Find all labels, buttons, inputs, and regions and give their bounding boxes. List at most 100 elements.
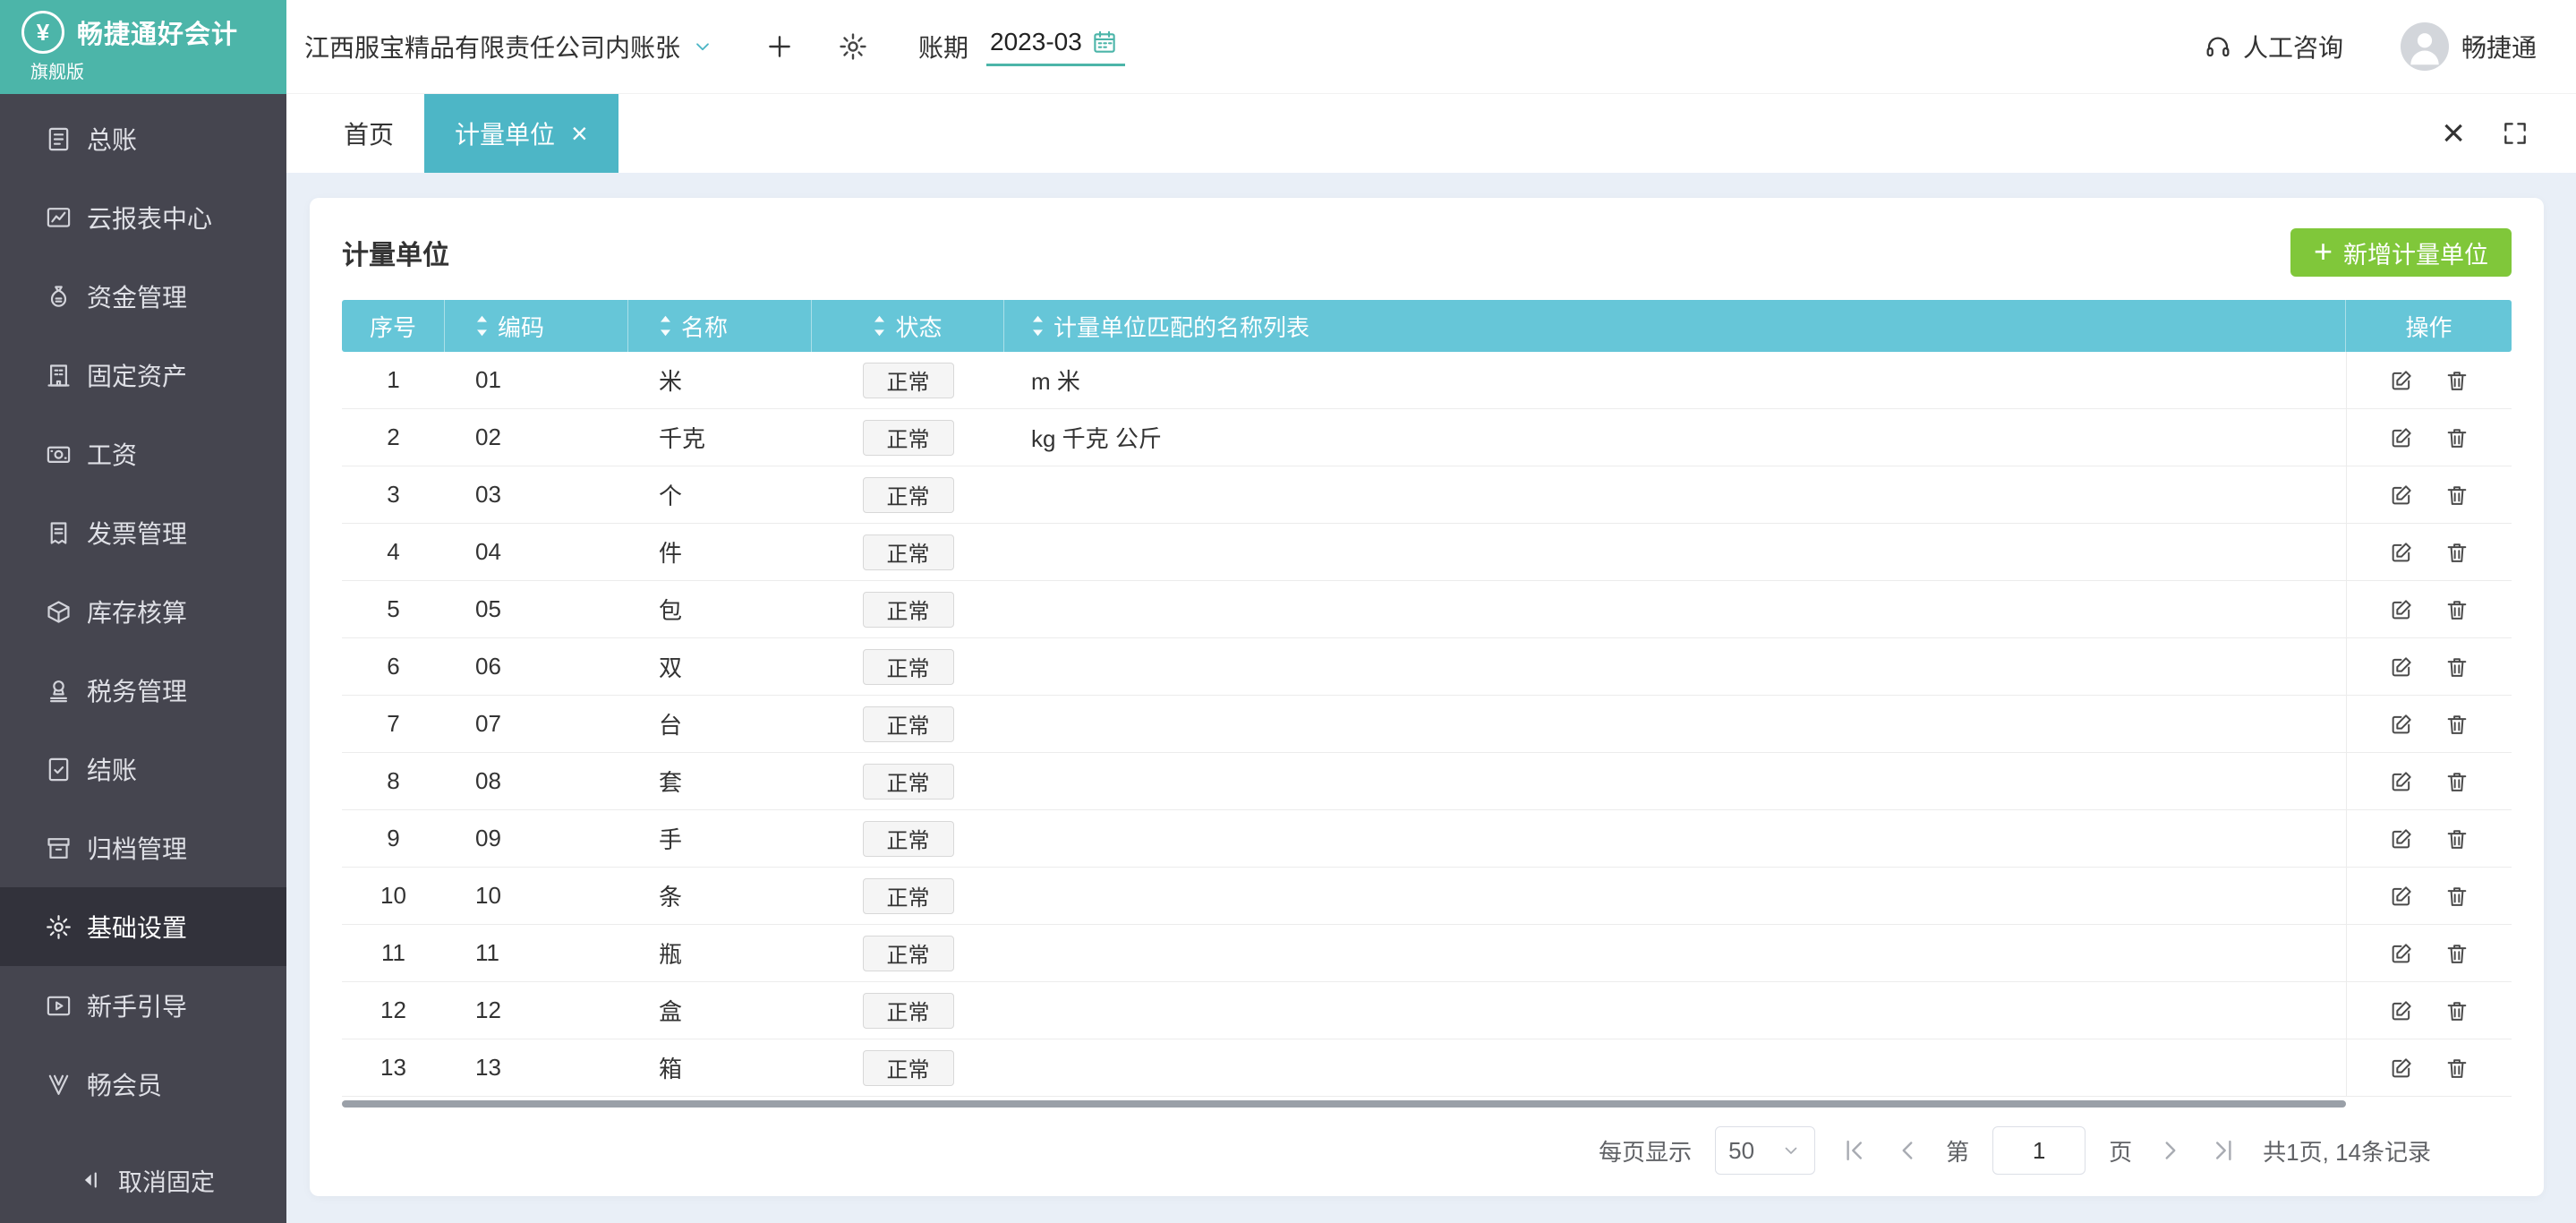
close-all-icon[interactable]: × bbox=[2442, 114, 2465, 153]
edit-icon[interactable] bbox=[2389, 712, 2414, 737]
tab-close-icon[interactable]: × bbox=[571, 119, 588, 148]
sidebar-item-funds[interactable]: 资金管理 bbox=[0, 257, 286, 336]
edit-icon[interactable] bbox=[2389, 654, 2414, 680]
first-page-icon[interactable] bbox=[1838, 1135, 1869, 1166]
delete-icon[interactable] bbox=[2444, 769, 2469, 794]
member-icon bbox=[45, 1071, 73, 1099]
cell-status: 正常 bbox=[812, 868, 1004, 925]
chevron-down-icon bbox=[1780, 1140, 1802, 1161]
delete-icon[interactable] bbox=[2444, 941, 2469, 966]
status-badge: 正常 bbox=[862, 820, 954, 857]
status-badge: 正常 bbox=[862, 1049, 954, 1086]
headset-icon bbox=[2204, 32, 2232, 61]
manual-consult-button[interactable]: 人工咨询 bbox=[2204, 29, 2343, 64]
delete-icon[interactable] bbox=[2444, 998, 2469, 1023]
sort-icon[interactable] bbox=[1031, 314, 1045, 338]
unpin-button[interactable]: 取消固定 bbox=[0, 1137, 286, 1223]
column-header-code[interactable]: 编码 bbox=[445, 300, 628, 352]
delete-icon[interactable] bbox=[2444, 1056, 2469, 1081]
add-unit-button[interactable]: + 新增计量单位 bbox=[2290, 228, 2512, 277]
sidebar-item-label: 固定资产 bbox=[87, 363, 188, 390]
sidebar-item-label: 资金管理 bbox=[87, 284, 188, 312]
sidebar-item-general-ledger[interactable]: 总账 bbox=[0, 99, 286, 178]
sidebar-item-cloud-reports[interactable]: 云报表中心 bbox=[0, 178, 286, 257]
fullscreen-icon[interactable] bbox=[2501, 119, 2529, 148]
status-badge: 正常 bbox=[862, 763, 954, 800]
edit-icon[interactable] bbox=[2389, 1056, 2414, 1081]
edit-icon[interactable] bbox=[2389, 483, 2414, 508]
column-label: 序号 bbox=[369, 313, 416, 341]
username[interactable]: 畅捷通 bbox=[2461, 29, 2537, 64]
period-field[interactable]: 2023-03 bbox=[986, 28, 1125, 66]
delete-icon[interactable] bbox=[2444, 826, 2469, 851]
tab-home[interactable]: 首页 bbox=[313, 94, 424, 173]
table-row: 11 11 瓶正常 bbox=[342, 925, 2512, 982]
logo-title: 畅捷通好会计 bbox=[77, 21, 239, 49]
delete-icon[interactable] bbox=[2444, 368, 2469, 393]
company-selector[interactable]: 江西服宝精品有限责任公司内账张 bbox=[304, 29, 714, 64]
status-badge: 正常 bbox=[862, 706, 954, 742]
per-page-value: 50 bbox=[1728, 1136, 1755, 1164]
next-page-icon[interactable] bbox=[2155, 1135, 2186, 1166]
delete-icon[interactable] bbox=[2444, 654, 2469, 680]
sidebar-item-beginner-guide[interactable]: 新手引导 bbox=[0, 966, 286, 1045]
last-page-icon[interactable] bbox=[2209, 1135, 2239, 1166]
delete-icon[interactable] bbox=[2444, 425, 2469, 450]
closing-icon bbox=[45, 756, 73, 783]
sidebar-item-inventory[interactable]: 库存核算 bbox=[0, 572, 286, 651]
delete-icon[interactable] bbox=[2444, 540, 2469, 565]
sidebar-item-tax[interactable]: 税务管理 bbox=[0, 651, 286, 730]
cell-operations bbox=[2346, 868, 2512, 925]
sidebar-item-archive[interactable]: 归档管理 bbox=[0, 808, 286, 887]
edit-icon[interactable] bbox=[2389, 597, 2414, 622]
cell-name: 条 bbox=[628, 868, 812, 925]
sidebar-item-fixed-assets[interactable]: 固定资产 bbox=[0, 336, 286, 415]
sidebar-item-member[interactable]: 畅会员 bbox=[0, 1045, 286, 1124]
tab-label: 计量单位 bbox=[455, 121, 556, 149]
table-row: 1 01 米 正常 m 米 bbox=[342, 352, 2512, 409]
status-badge: 正常 bbox=[862, 935, 954, 971]
edit-icon[interactable] bbox=[2389, 998, 2414, 1023]
cell-no: 13 bbox=[342, 1039, 445, 1097]
main-area: 江西服宝精品有限责任公司内账张 账期 2023-03 人工咨询 畅捷通 首页 计量… bbox=[286, 0, 2576, 1223]
delete-icon[interactable] bbox=[2444, 712, 2469, 737]
sort-icon[interactable] bbox=[873, 314, 886, 338]
status-badge: 正常 bbox=[862, 419, 954, 456]
cell-status: 正常 bbox=[812, 638, 1004, 696]
edit-icon[interactable] bbox=[2389, 884, 2414, 909]
edit-icon[interactable] bbox=[2389, 368, 2414, 393]
per-page-select[interactable]: 50 bbox=[1715, 1126, 1816, 1175]
sidebar-item-closing[interactable]: 结账 bbox=[0, 730, 286, 808]
horizontal-scrollbar[interactable] bbox=[342, 1100, 2346, 1108]
status-badge: 正常 bbox=[862, 591, 954, 628]
settings-gear-icon[interactable] bbox=[838, 31, 868, 62]
column-header-alias[interactable]: 计量单位匹配的名称列表 bbox=[1004, 300, 2346, 352]
prev-page-icon[interactable] bbox=[1892, 1135, 1923, 1166]
column-header-name[interactable]: 名称 bbox=[628, 300, 812, 352]
cell-operations bbox=[2346, 352, 2512, 409]
table-row: 4 04 件 正常 bbox=[342, 524, 2512, 581]
sidebar-item-basic-settings[interactable]: 基础设置 bbox=[0, 887, 286, 966]
sidebar-item-payroll[interactable]: 工资 bbox=[0, 415, 286, 493]
period-label: 账期 bbox=[918, 34, 969, 62]
delete-icon[interactable] bbox=[2444, 483, 2469, 508]
edit-icon[interactable] bbox=[2389, 540, 2414, 565]
avatar[interactable] bbox=[2400, 22, 2449, 71]
sidebar-item-label: 归档管理 bbox=[87, 835, 188, 863]
edit-icon[interactable] bbox=[2389, 769, 2414, 794]
cell-code: 10 bbox=[445, 868, 628, 925]
edit-icon[interactable] bbox=[2389, 826, 2414, 851]
edit-icon[interactable] bbox=[2389, 425, 2414, 450]
sort-icon[interactable] bbox=[659, 314, 672, 338]
delete-icon[interactable] bbox=[2444, 597, 2469, 622]
sort-icon[interactable] bbox=[475, 314, 489, 338]
period-value: 2023-03 bbox=[990, 27, 1082, 56]
edit-icon[interactable] bbox=[2389, 941, 2414, 966]
page-number-input[interactable] bbox=[1992, 1126, 2086, 1175]
delete-icon[interactable] bbox=[2444, 884, 2469, 909]
column-label: 名称 bbox=[681, 313, 729, 341]
sidebar-item-invoices[interactable]: 发票管理 bbox=[0, 493, 286, 572]
add-account-icon[interactable] bbox=[764, 31, 795, 62]
tab-measure-units[interactable]: 计量单位 × bbox=[424, 94, 618, 173]
column-header-status[interactable]: 状态 bbox=[812, 300, 1004, 352]
